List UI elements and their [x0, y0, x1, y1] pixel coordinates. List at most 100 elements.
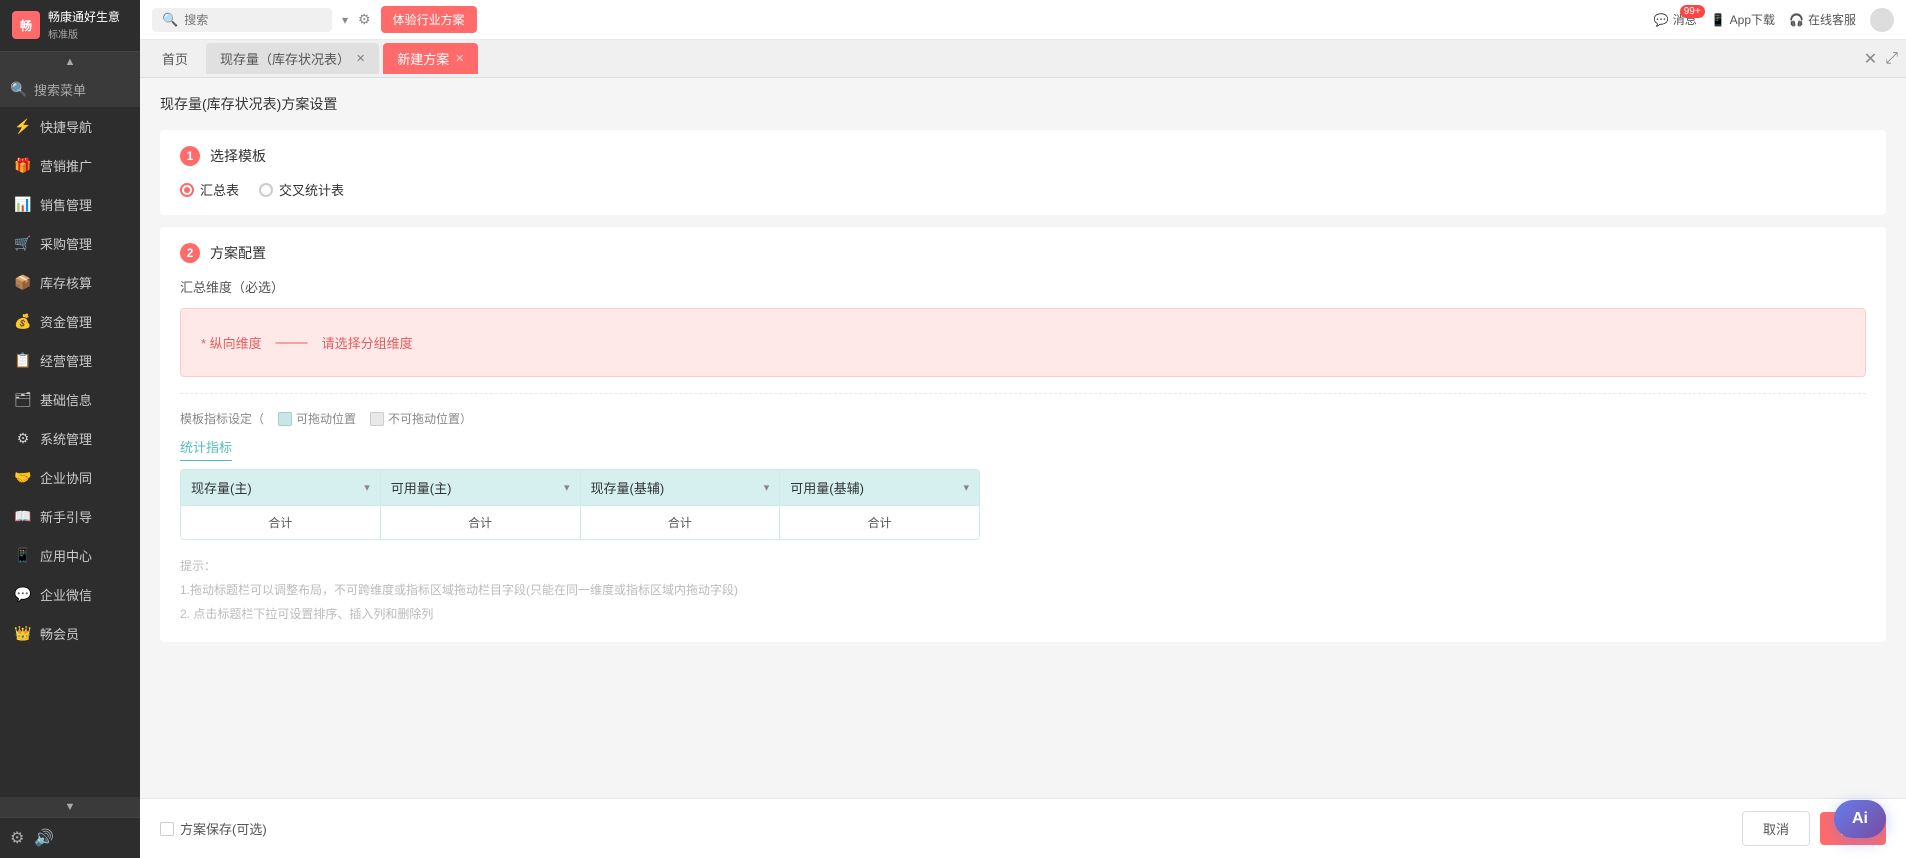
basic-info-icon: 🗂 — [14, 390, 32, 408]
topbar-gear-icon[interactable]: ⚙ — [358, 11, 371, 28]
finance-icon: 💰 — [14, 312, 32, 330]
sidebar-item-enterprise[interactable]: 🤝 企业协同 — [0, 458, 140, 497]
ai-label: Ai — [1852, 810, 1868, 827]
tab-new-plan-close[interactable]: ✕ — [455, 52, 464, 65]
sidebar-nav: 🔍 搜索菜单 ⚡ 快捷导航 🎁 营销推广 📊 销售管理 🛒 采购管理 📦 库存核… — [0, 72, 140, 797]
stats-col-name-1: 可用量(主) — [391, 478, 452, 497]
sidebar-item-sales[interactable]: 📊 销售管理 — [0, 185, 140, 224]
indicator-label-text: 模板指标设定（ — [180, 410, 264, 427]
radio-summary-table[interactable]: 汇总表 — [180, 180, 239, 199]
radio-dot-summary — [180, 183, 194, 197]
sidebar-item-quick-nav[interactable]: ⚡ 快捷导航 — [0, 107, 140, 146]
step2-section: 2 方案配置 汇总维度（必选） * 纵向维度 —— 请选择分组维度 模板指标设定… — [160, 227, 1886, 642]
step2-title: 方案配置 — [210, 243, 266, 263]
content-area: 现存量(库存状况表)方案设置 1 选择模板 汇总表 交叉统计表 2 — [140, 78, 1906, 798]
stats-col-body-1: 合计 — [381, 505, 580, 539]
stats-col-header-2[interactable]: 现存量(基辅) ▾ — [581, 470, 780, 505]
wechat-icon: 💬 — [14, 585, 32, 603]
trial-button[interactable]: 体验行业方案 — [381, 6, 477, 33]
step1-number: 1 — [180, 146, 200, 166]
topbar-search-box[interactable]: 🔍 — [152, 8, 332, 32]
sidebar-item-wechat[interactable]: 💬 企业微信 — [0, 575, 140, 614]
stats-col-body-3: 合计 — [780, 505, 979, 539]
tab-inventory[interactable]: 现存量（库存状况表） ✕ — [206, 43, 379, 74]
page-title: 现存量(库存状况表)方案设置 — [160, 94, 1886, 114]
tab-close-button[interactable]: ✕ — [1864, 49, 1877, 69]
legend-draggable: 可拖动位置 — [278, 410, 356, 427]
sidebar-item-member[interactable]: 👑 畅会员 — [0, 614, 140, 653]
sidebar-item-search[interactable]: 🔍 搜索菜单 — [0, 72, 140, 107]
sidebar-item-purchase[interactable]: 🛒 采购管理 — [0, 224, 140, 263]
app-center-icon: 📱 — [14, 546, 32, 564]
col-chevron-2[interactable]: ▾ — [764, 481, 770, 494]
sidebar-item-marketing[interactable]: 🎁 营销推广 — [0, 146, 140, 185]
cancel-button[interactable]: 取消 — [1742, 811, 1810, 846]
sidebar-item-operations[interactable]: 📋 经营管理 — [0, 341, 140, 380]
save-label: 方案保存(可选) — [180, 819, 267, 838]
sales-icon: 📊 — [14, 195, 32, 213]
tips-section: 提示： 1.拖动标题栏可以调整布局，不可跨维度或指标区域拖动栏目字段(只能在同一… — [180, 554, 1866, 626]
sidebar-item-finance[interactable]: 💰 资金管理 — [0, 302, 140, 341]
stats-col-3: 可用量(基辅) ▾ 合计 — [780, 470, 979, 539]
stats-table-header: 现存量(主) ▾ 合计 可用量(主) ▾ — [181, 470, 979, 539]
user-avatar[interactable] — [1870, 8, 1894, 32]
message-badge: 99+ — [1680, 5, 1705, 18]
col-chevron-0[interactable]: ▾ — [364, 481, 370, 494]
save-checkbox[interactable]: 方案保存(可选) — [160, 819, 267, 838]
radio-cross-table[interactable]: 交叉统计表 — [259, 180, 344, 199]
sidebar-item-app-center[interactable]: 📱 应用中心 — [0, 536, 140, 575]
tabbar: 首页 现存量（库存状况表） ✕ 新建方案 ✕ ✕ ⤢ — [140, 40, 1906, 78]
sidebar-item-inventory[interactable]: 📦 库存核算 — [0, 263, 140, 302]
save-checkbox-box[interactable] — [160, 822, 174, 836]
dimension-section-title: 汇总维度（必选） — [180, 277, 1866, 296]
app-logo-icon: 畅 — [12, 11, 40, 39]
message-action[interactable]: 💬 消息 99+ — [1654, 11, 1697, 28]
tab-inventory-close[interactable]: ✕ — [356, 52, 365, 65]
stats-col-header-0[interactable]: 现存量(主) ▾ — [181, 470, 380, 505]
stats-col-body-2: 合计 — [581, 505, 780, 539]
app-download-action[interactable]: 📱 App下载 — [1711, 11, 1775, 28]
ai-bubble[interactable]: Ai — [1834, 800, 1886, 838]
marketing-icon: 🎁 — [14, 156, 32, 174]
tab-inventory-label: 现存量（库存状况表） — [220, 49, 350, 68]
main-area: 🔍 ▾ ⚙ 体验行业方案 💬 消息 99+ 📱 App下载 🎧 在线客服 首 — [140, 0, 1906, 858]
stats-col-header-3[interactable]: 可用量(基辅) ▾ — [780, 470, 979, 505]
search-input[interactable] — [184, 13, 322, 27]
sidebar: 畅 畅康通好生意 标准版 ▲ 🔍 搜索菜单 ⚡ 快捷导航 🎁 营销推广 📊 销售… — [0, 0, 140, 858]
tips-title: 提示： — [180, 559, 216, 573]
sidebar-scroll-up[interactable]: ▲ — [0, 52, 140, 72]
stats-col-header-1[interactable]: 可用量(主) ▾ — [381, 470, 580, 505]
sidebar-item-basic-info[interactable]: 🗂 基础信息 — [0, 380, 140, 419]
operations-icon: 📋 — [14, 351, 32, 369]
sidebar-scroll-down[interactable]: ▼ — [0, 797, 140, 817]
legend-fixed: 不可拖动位置） — [370, 410, 472, 427]
purchase-icon: 🛒 — [14, 234, 32, 252]
settings-icon[interactable]: ⚙ — [10, 828, 24, 848]
stats-label: 统计指标 — [180, 437, 232, 461]
topbar-dropdown-icon[interactable]: ▾ — [342, 13, 348, 27]
tab-home[interactable]: 首页 — [148, 43, 202, 74]
app-download-icon: 📱 — [1711, 13, 1726, 27]
online-service-action[interactable]: 🎧 在线客服 — [1789, 11, 1856, 28]
sound-icon[interactable]: 🔊 — [34, 828, 54, 848]
quick-nav-icon: ⚡ — [14, 117, 32, 135]
legend-fixed-box — [370, 412, 384, 426]
tab-expand-button[interactable]: ⤢ — [1885, 50, 1898, 68]
sidebar-logo: 畅 畅康通好生意 标准版 — [0, 0, 140, 52]
step1-section: 1 选择模板 汇总表 交叉统计表 — [160, 130, 1886, 215]
bottom-bar: 方案保存(可选) 取消 查询 — [140, 798, 1906, 858]
sidebar-item-system[interactable]: ⚙ 系统管理 — [0, 419, 140, 458]
stats-table: 现存量(主) ▾ 合计 可用量(主) ▾ — [180, 469, 980, 540]
online-service-label: 在线客服 — [1808, 11, 1856, 28]
col-chevron-1[interactable]: ▾ — [564, 481, 570, 494]
indicator-legend: 模板指标设定（ 可拖动位置 不可拖动位置） — [180, 410, 1866, 427]
stats-col-name-2: 现存量(基辅) — [591, 478, 665, 497]
tab-new-plan[interactable]: 新建方案 ✕ — [383, 43, 478, 74]
inventory-icon: 📦 — [14, 273, 32, 291]
dimension-area[interactable]: * 纵向维度 —— 请选择分组维度 — [180, 308, 1866, 377]
legend-draggable-box — [278, 412, 292, 426]
sidebar-item-new-guide[interactable]: 📖 新手引导 — [0, 497, 140, 536]
step1-title: 选择模板 — [210, 146, 266, 166]
col-chevron-3[interactable]: ▾ — [963, 481, 969, 494]
new-guide-icon: 📖 — [14, 507, 32, 525]
